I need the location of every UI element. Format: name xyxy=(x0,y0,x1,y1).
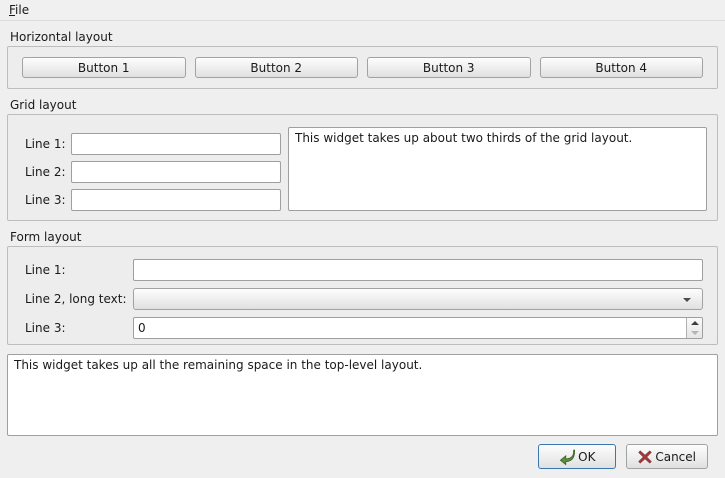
grid-line2-input[interactable] xyxy=(71,161,281,183)
button-1[interactable]: Button 1 xyxy=(22,57,186,78)
grid-line1-label: Line 1: xyxy=(25,137,66,151)
group-horizontal-title: Horizontal layout xyxy=(10,30,113,44)
button-3[interactable]: Button 3 xyxy=(367,57,531,78)
group-form-frame: Line 1: Line 2, long text: Line 3: xyxy=(7,246,718,345)
group-horizontal-frame: Button 1 Button 2 Button 3 Button 4 xyxy=(7,46,718,89)
group-form-layout: Form layout Line 1: Line 2, long text: L… xyxy=(7,230,718,345)
ok-green-arrow-icon xyxy=(559,449,576,465)
menubar: File xyxy=(0,0,725,21)
arrow-up-icon xyxy=(690,321,699,325)
basic-layouts-dialog: File Horizontal layout Button 1 Button 2… xyxy=(0,0,725,469)
chevron-down-icon xyxy=(683,298,691,302)
ok-button-label: OK xyxy=(578,449,596,464)
group-grid-title: Grid layout xyxy=(10,98,77,112)
cancel-button-label: Cancel xyxy=(655,449,696,464)
grid-left-column: Line 1: Line 2: Line 3: xyxy=(25,133,281,211)
grid-line2-label: Line 2: xyxy=(25,165,66,179)
form-line1-input[interactable] xyxy=(133,259,703,281)
group-grid-frame: Line 1: Line 2: Line 3: This widget take… xyxy=(7,114,718,221)
spin-up-button[interactable] xyxy=(687,318,702,328)
group-horizontal-layout: Horizontal layout Button 1 Button 2 Butt… xyxy=(7,30,718,89)
button-2[interactable]: Button 2 xyxy=(194,57,358,78)
cancel-red-x-icon xyxy=(638,450,653,464)
button-4[interactable]: Button 4 xyxy=(539,57,703,78)
spinbox-buttons xyxy=(686,318,702,338)
grid-line1-input[interactable] xyxy=(71,133,281,155)
ok-button[interactable]: OK xyxy=(538,444,617,469)
spin-down-button[interactable] xyxy=(687,328,702,338)
form-line1-label: Line 1: xyxy=(25,263,66,277)
dialog-content: Horizontal layout Button 1 Button 2 Butt… xyxy=(0,30,725,469)
group-form-title: Form layout xyxy=(10,230,82,244)
menu-file[interactable]: File xyxy=(0,1,38,20)
form-line2-label: Line 2, long text: xyxy=(25,292,127,306)
menu-file-label-rest: ile xyxy=(15,2,30,17)
cancel-button[interactable]: Cancel xyxy=(626,444,708,469)
group-grid-layout: Grid layout Line 1: Line 2: Line 3: This… xyxy=(7,98,718,221)
form-line3-spinbox[interactable] xyxy=(133,317,703,339)
grid-line3-input[interactable] xyxy=(71,189,281,211)
arrow-down-icon xyxy=(690,331,699,335)
bottom-textedit[interactable]: This widget takes up all the remaining s… xyxy=(7,354,718,436)
form-line2-combobox[interactable] xyxy=(133,288,703,310)
dialog-button-row: OK Cancel xyxy=(7,444,718,469)
grid-line3-label: Line 3: xyxy=(25,193,66,207)
grid-textedit[interactable]: This widget takes up about two thirds of… xyxy=(288,127,707,211)
form-line3-label: Line 3: xyxy=(25,321,66,335)
spinbox-input[interactable] xyxy=(134,318,682,338)
